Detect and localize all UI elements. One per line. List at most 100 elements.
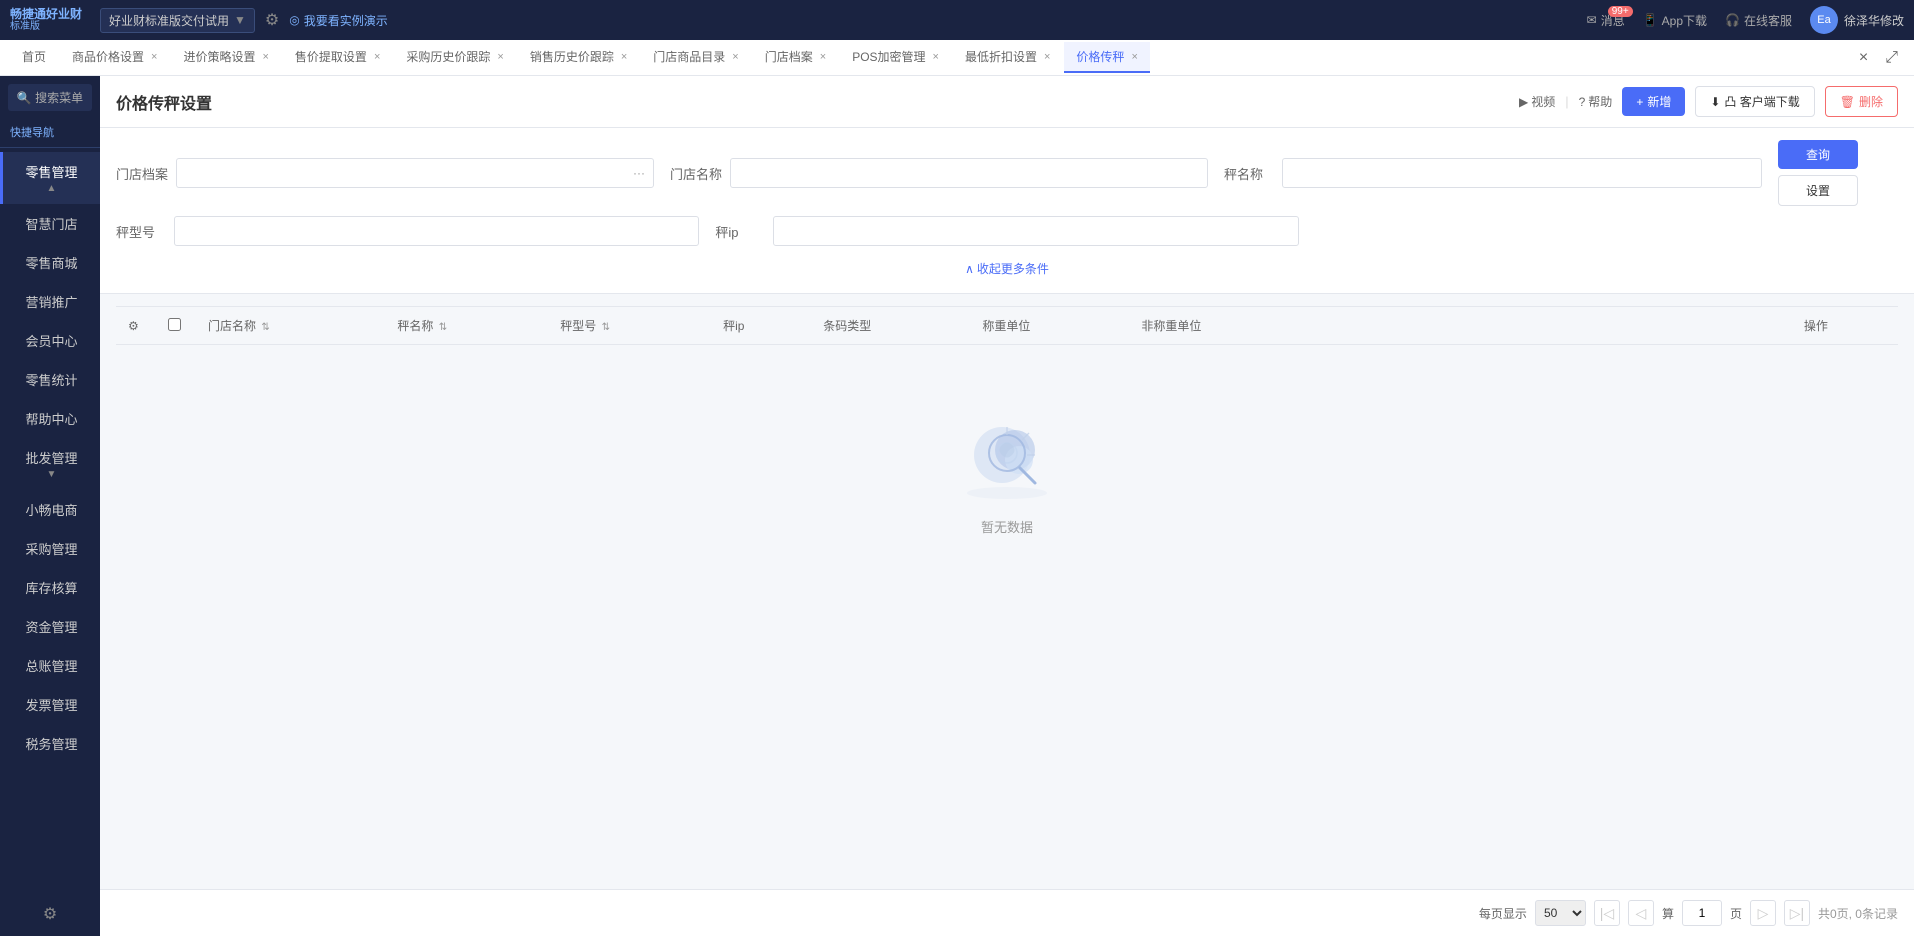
sidebar-item-retail-stats[interactable]: 零售统计 (0, 360, 100, 399)
tab-purchase-history[interactable]: 采购历史价跟踪 × (394, 42, 515, 73)
tab-store-catalog-label: 门店商品目录 (653, 48, 725, 65)
tab-close-icon[interactable]: × (1044, 51, 1050, 63)
page-last-button[interactable]: ▷| (1784, 900, 1810, 926)
store-name-label: 门店名称 (670, 164, 722, 183)
sidebar-item-wholesale-mgmt[interactable]: 批发管理 ▼ (0, 438, 100, 490)
page-next-button[interactable]: ▷ (1750, 900, 1776, 926)
sidebar-item-member-center[interactable]: 会员中心 (0, 321, 100, 360)
page-number-input[interactable] (1682, 900, 1722, 926)
tab-close-icon[interactable]: × (933, 51, 939, 63)
tab-close-icon[interactable]: × (262, 51, 268, 63)
sidebar-item-purchase-mgmt[interactable]: 采购管理 (0, 529, 100, 568)
logo-title: 畅捷通好业财 (10, 7, 82, 21)
sidebar-item-retail-mgmt[interactable]: 零售管理 ▲ (0, 152, 100, 204)
sidebar-item-marketing[interactable]: 营销推广 (0, 282, 100, 321)
demo-link[interactable]: ◎ 我要看实例演示 (289, 12, 388, 29)
sidebar-item-ledger[interactable]: 总账管理 (0, 646, 100, 685)
tab-price-settings[interactable]: 商品价格设置 × (60, 42, 169, 73)
delete-button[interactable]: 🗑 删除 (1825, 86, 1898, 117)
topbar-right: ✉ 消息 99+ 📱 App下载 🎧 在线客服 Ea 徐泽华修改 (1587, 6, 1904, 34)
tab-maximize-button[interactable]: ⤢ (1879, 47, 1904, 69)
sidebar-item-finance[interactable]: 资金管理 (0, 607, 100, 646)
scale-name-label: 秤名称 (1224, 164, 1274, 183)
sidebar-item-help-center-label: 帮助中心 (25, 412, 77, 427)
sidebar-item-tax[interactable]: 税务管理 (0, 724, 100, 763)
divider: | (1565, 94, 1568, 109)
scale-ip-input[interactable] (773, 216, 1298, 246)
filter-scale-ip: 秤ip (715, 216, 1298, 246)
table-settings-icon[interactable]: ⚙ (128, 319, 139, 333)
table-settings-cell: ⚙ (116, 307, 156, 345)
version-select[interactable]: 好业财标准版交付试用 ▼ (100, 8, 255, 33)
page-prev-button[interactable]: ◁ (1628, 900, 1654, 926)
chevron-down-icon: ▼ (47, 469, 57, 480)
tab-home-label: 首页 (22, 48, 46, 65)
tab-close-icon[interactable]: × (732, 51, 738, 63)
sidebar-item-smart-store-label: 智慧门店 (25, 217, 77, 232)
sidebar-item-invoice[interactable]: 发票管理 (0, 685, 100, 724)
sidebar-item-xiaochang-ec[interactable]: 小畅电商 (0, 490, 100, 529)
page-first-button[interactable]: |◁ (1594, 900, 1620, 926)
sidebar-item-retail-mall[interactable]: 零售商城 (0, 243, 100, 282)
sidebar-item-marketing-label: 营销推广 (25, 295, 77, 310)
tab-close-icon[interactable]: × (820, 51, 826, 63)
sidebar-item-smart-store[interactable]: 智慧门店 (0, 204, 100, 243)
content-header: 价格传秤设置 ▶ 视频 | ? 帮助 + 新增 ⬇ 凸 客户端下载 (100, 76, 1914, 128)
set-button[interactable]: 设置 (1778, 175, 1858, 206)
help-link[interactable]: ? 帮助 (1579, 93, 1613, 110)
sidebar-settings-button[interactable]: ⚙ (0, 892, 100, 936)
table-header-store-name[interactable]: 门店名称 ⇅ (196, 307, 385, 345)
app-download-button[interactable]: 📱 App下载 (1643, 12, 1707, 29)
query-button[interactable]: 查询 (1778, 140, 1858, 169)
add-button[interactable]: + 新增 (1622, 87, 1685, 116)
tab-home[interactable]: 首页 (10, 42, 58, 73)
tab-sale-extract[interactable]: 售价提取设置 × (283, 42, 392, 73)
online-service-button[interactable]: 🎧 在线客服 (1725, 12, 1792, 29)
store-archive-input[interactable]: ··· (176, 158, 654, 188)
table-header-scale-ip: 秤ip (711, 307, 811, 345)
collapse-button[interactable]: ∧ 收起更多条件 (965, 260, 1049, 277)
tab-close-icon[interactable]: × (497, 51, 503, 63)
sidebar: 🔍 搜索菜单 快捷导航 零售管理 ▲ 智慧门店 零售商城 营销推广 会员中心 零… (0, 76, 100, 936)
user-area[interactable]: Ea 徐泽华修改 (1810, 6, 1904, 34)
tab-close-icon[interactable]: × (621, 51, 627, 63)
sidebar-item-help-center[interactable]: 帮助中心 (0, 399, 100, 438)
table-header-scale-ip-label: 秤ip (723, 319, 744, 333)
download-button[interactable]: ⬇ 凸 客户端下载 (1695, 86, 1814, 117)
video-link[interactable]: ▶ 视频 (1519, 93, 1555, 110)
tab-pos-management[interactable]: POS加密管理 × (840, 42, 951, 73)
filter-area: 门店档案 ··· 门店名称 秤名称 查询 (100, 128, 1914, 294)
scale-name-input[interactable] (1282, 158, 1762, 188)
eye-icon: ◎ (289, 13, 299, 27)
message-button[interactable]: ✉ 消息 99+ (1587, 12, 1625, 29)
tab-close-all-button[interactable]: × (1853, 47, 1874, 69)
topbar-settings-button[interactable]: ⚙ (265, 10, 279, 30)
table-header-barcode-type-label: 条码类型 (823, 319, 871, 333)
tab-price-scale[interactable]: 价格传秤 × (1064, 42, 1149, 73)
demo-label: 我要看实例演示 (304, 12, 388, 29)
play-icon: ▶ (1519, 95, 1528, 109)
scale-model-input[interactable] (174, 216, 699, 246)
store-name-input[interactable] (730, 158, 1208, 188)
table-header-scale-name-label: 秤名称 (397, 319, 433, 333)
tab-close-icon[interactable]: × (151, 51, 157, 63)
table-header-scale-name[interactable]: 秤名称 ⇅ (385, 307, 548, 345)
table-header-scale-model[interactable]: 秤型号 ⇅ (548, 307, 711, 345)
tab-store-archive[interactable]: 门店档案 × (753, 42, 838, 73)
filter-row-1: 门店档案 ··· 门店名称 秤名称 查询 (116, 140, 1898, 206)
table-header-weight-unit: 称重单位 (970, 307, 1129, 345)
ellipsis-icon[interactable]: ··· (633, 166, 645, 180)
tab-close-icon[interactable]: × (374, 51, 380, 63)
tab-purchase-strategy[interactable]: 进价策略设置 × (171, 42, 280, 73)
sidebar-item-inventory[interactable]: 库存核算 (0, 568, 100, 607)
select-all-checkbox[interactable] (168, 318, 181, 331)
tab-min-discount[interactable]: 最低折扣设置 × (953, 42, 1062, 73)
filter-store-name: 门店名称 (670, 158, 1208, 188)
sidebar-search-button[interactable]: 🔍 搜索菜单 (8, 84, 92, 111)
tab-sale-history-label: 销售历史价跟踪 (530, 48, 614, 65)
tab-store-catalog[interactable]: 门店商品目录 × (641, 42, 750, 73)
page-size-select[interactable]: 10 20 50 100 (1535, 900, 1586, 926)
tab-close-icon[interactable]: × (1131, 51, 1137, 63)
tab-sale-history[interactable]: 销售历史价跟踪 × (518, 42, 639, 73)
avatar: Ea (1810, 6, 1838, 34)
